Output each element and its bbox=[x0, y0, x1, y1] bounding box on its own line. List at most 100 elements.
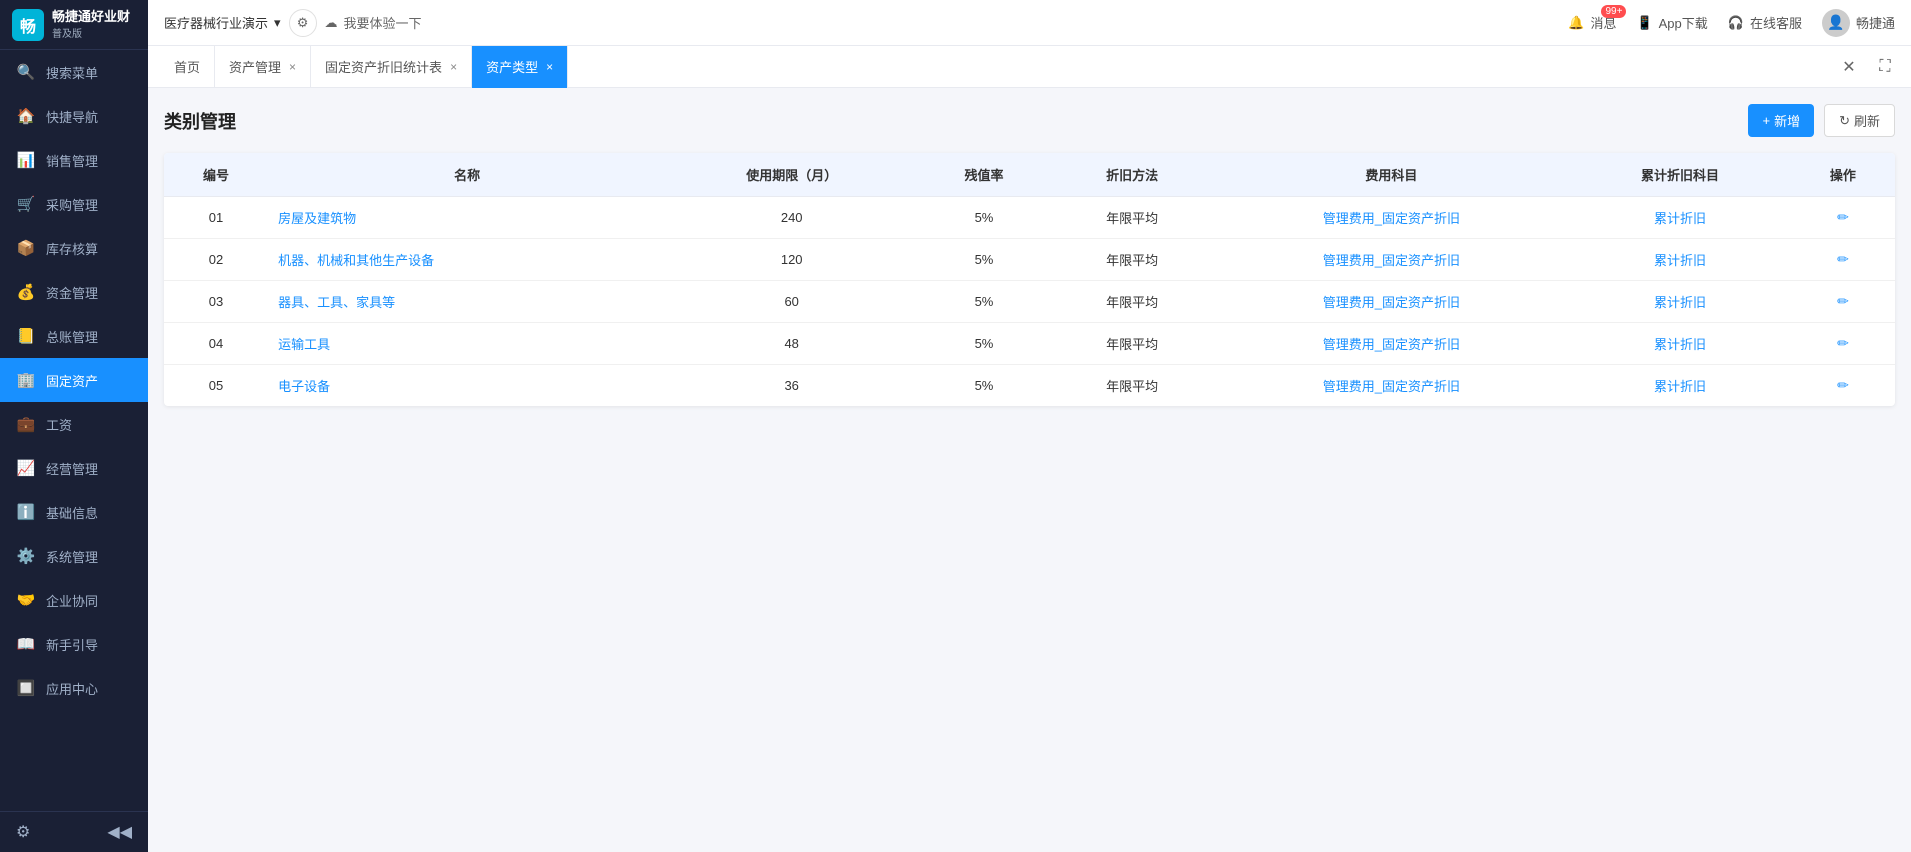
cell-action-2: ✏ bbox=[1791, 281, 1895, 323]
sidebar-item-8[interactable]: 💼 工资 bbox=[0, 402, 148, 446]
tab-home-label: 首页 bbox=[174, 57, 200, 76]
sidebar-icon-8: 💼 bbox=[16, 414, 36, 434]
sidebar-label-1: 快捷导航 bbox=[46, 107, 98, 126]
tab-asset-management-close[interactable]: × bbox=[289, 60, 296, 74]
refresh-button[interactable]: ↻ 刷新 bbox=[1824, 104, 1895, 137]
edit-button-2[interactable]: ✏ bbox=[1837, 293, 1849, 309]
page-title: 类别管理 bbox=[164, 108, 236, 134]
tab-depreciation-table[interactable]: 固定资产折旧统计表 × bbox=[311, 46, 472, 88]
cell-residual-3: 5% bbox=[917, 323, 1050, 365]
cell-name-1: 机器、机械和其他生产设备 bbox=[268, 239, 666, 281]
tab-home[interactable]: 首页 bbox=[160, 46, 215, 88]
experience-button[interactable]: ☁ 我要体验一下 bbox=[325, 13, 422, 32]
cell-action-0: ✏ bbox=[1791, 197, 1895, 239]
edit-button-0[interactable]: ✏ bbox=[1837, 209, 1849, 225]
cell-name-4: 电子设备 bbox=[268, 365, 666, 407]
refresh-button-label: 刷新 bbox=[1854, 111, 1880, 130]
edit-button-4[interactable]: ✏ bbox=[1837, 377, 1849, 393]
sidebar-icon-12: 🤝 bbox=[16, 590, 36, 610]
sidebar-item-7[interactable]: 🏢 固定资产 bbox=[0, 358, 148, 402]
sidebar-item-2[interactable]: 📊 销售管理 bbox=[0, 138, 148, 182]
cell-action-4: ✏ bbox=[1791, 365, 1895, 407]
notifications-button[interactable]: 🔔 消息 99+ bbox=[1568, 13, 1616, 32]
close-tab-button[interactable]: ✕ bbox=[1835, 53, 1863, 81]
cell-months-1: 120 bbox=[666, 239, 917, 281]
cell-method-3: 年限平均 bbox=[1051, 323, 1214, 365]
col-expense: 费用科目 bbox=[1214, 153, 1570, 197]
settings-button[interactable]: ⚙ bbox=[289, 9, 317, 37]
sidebar-item-14[interactable]: 🔲 应用中心 bbox=[0, 666, 148, 710]
tab-asset-type-close[interactable]: × bbox=[546, 60, 553, 74]
edit-button-3[interactable]: ✏ bbox=[1837, 335, 1849, 351]
settings-icon[interactable]: ⚙ bbox=[16, 822, 30, 842]
mobile-icon: 📱 bbox=[1636, 15, 1652, 31]
col-accumulated: 累计折旧科目 bbox=[1569, 153, 1791, 197]
new-button-label: 新增 bbox=[1774, 111, 1800, 130]
tab-asset-management[interactable]: 资产管理 × bbox=[215, 46, 311, 88]
cloud-icon: ☁ bbox=[325, 15, 338, 31]
cell-months-0: 240 bbox=[666, 197, 917, 239]
sidebar-item-3[interactable]: 🛒 采购管理 bbox=[0, 182, 148, 226]
sidebar-item-1[interactable]: 🏠 快捷导航 bbox=[0, 94, 148, 138]
tab-depreciation-table-close[interactable]: × bbox=[450, 60, 457, 74]
topbar: 医疗器械行业演示 ▾ ⚙ ☁ 我要体验一下 🔔 消息 99+ 📱 App下载 🎧… bbox=[148, 0, 1911, 46]
sidebar-item-13[interactable]: 📖 新手引导 bbox=[0, 622, 148, 666]
sidebar-label-3: 采购管理 bbox=[46, 195, 98, 214]
sidebar-icon-13: 📖 bbox=[16, 634, 36, 654]
sidebar-item-4[interactable]: 📦 库存核算 bbox=[0, 226, 148, 270]
new-button[interactable]: + 新增 bbox=[1748, 104, 1814, 137]
sidebar-footer: ⚙ ◀◀ bbox=[0, 811, 148, 852]
sidebar-icon-4: 📦 bbox=[16, 238, 36, 258]
sidebar-icon-2: 📊 bbox=[16, 150, 36, 170]
cell-code-3: 04 bbox=[164, 323, 268, 365]
app-download-button[interactable]: 📱 App下载 bbox=[1636, 13, 1707, 32]
sidebar-item-5[interactable]: 💰 资金管理 bbox=[0, 270, 148, 314]
sidebar-icon-0: 🔍 bbox=[16, 62, 36, 82]
asset-type-table: 编号 名称 使用期限（月） 残值率 折旧方法 费用科目 累计折旧科目 操作 01… bbox=[164, 153, 1895, 406]
sidebar-label-13: 新手引导 bbox=[46, 635, 98, 654]
cell-accumulated-0: 累计折旧 bbox=[1569, 197, 1791, 239]
sidebar-icon-11: ⚙️ bbox=[16, 546, 36, 566]
col-method: 折旧方法 bbox=[1051, 153, 1214, 197]
main-content: 医疗器械行业演示 ▾ ⚙ ☁ 我要体验一下 🔔 消息 99+ 📱 App下载 🎧… bbox=[148, 0, 1911, 852]
tab-depreciation-table-label: 固定资产折旧统计表 bbox=[325, 57, 442, 76]
col-months: 使用期限（月） bbox=[666, 153, 917, 197]
sidebar-item-10[interactable]: ℹ️ 基础信息 bbox=[0, 490, 148, 534]
sidebar-item-6[interactable]: 📒 总账管理 bbox=[0, 314, 148, 358]
cell-action-3: ✏ bbox=[1791, 323, 1895, 365]
sidebar-label-7: 固定资产 bbox=[46, 371, 98, 390]
sidebar-label-11: 系统管理 bbox=[46, 547, 98, 566]
col-code: 编号 bbox=[164, 153, 268, 197]
sidebar-item-9[interactable]: 📈 经营管理 bbox=[0, 446, 148, 490]
sidebar-label-2: 销售管理 bbox=[46, 151, 98, 170]
topbar-right: 🔔 消息 99+ 📱 App下载 🎧 在线客服 👤 畅捷通 bbox=[1568, 9, 1895, 37]
sidebar-label-14: 应用中心 bbox=[46, 679, 98, 698]
topbar-left: 医疗器械行业演示 ▾ ⚙ ☁ 我要体验一下 bbox=[164, 9, 422, 37]
col-name: 名称 bbox=[268, 153, 666, 197]
edit-button-1[interactable]: ✏ bbox=[1837, 251, 1849, 267]
cell-method-2: 年限平均 bbox=[1051, 281, 1214, 323]
table-row: 02 机器、机械和其他生产设备 120 5% 年限平均 管理费用_固定资产折旧 … bbox=[164, 239, 1895, 281]
cell-accumulated-1: 累计折旧 bbox=[1569, 239, 1791, 281]
cell-name-3: 运输工具 bbox=[268, 323, 666, 365]
sidebar-item-0[interactable]: 🔍 搜索菜单 bbox=[0, 50, 148, 94]
maximize-button[interactable]: ⛶ bbox=[1871, 53, 1899, 81]
sidebar-item-12[interactable]: 🤝 企业协同 bbox=[0, 578, 148, 622]
cell-expense-4: 管理费用_固定资产折旧 bbox=[1214, 365, 1570, 407]
page-actions: + 新增 ↻ 刷新 bbox=[1748, 104, 1895, 137]
sidebar-label-8: 工资 bbox=[46, 415, 72, 434]
headset-icon: 🎧 bbox=[1728, 15, 1744, 31]
collapse-icon[interactable]: ◀◀ bbox=[107, 822, 132, 842]
sidebar-label-0: 搜索菜单 bbox=[46, 63, 98, 82]
user-menu[interactable]: 👤 畅捷通 bbox=[1822, 9, 1895, 37]
tab-asset-type[interactable]: 资产类型 × bbox=[472, 46, 568, 88]
tab-asset-management-label: 资产管理 bbox=[229, 57, 281, 76]
sidebar-item-11[interactable]: ⚙️ 系统管理 bbox=[0, 534, 148, 578]
table-header-row: 编号 名称 使用期限（月） 残值率 折旧方法 费用科目 累计折旧科目 操作 bbox=[164, 153, 1895, 197]
customer-service-button[interactable]: 🎧 在线客服 bbox=[1728, 13, 1802, 32]
cell-residual-0: 5% bbox=[917, 197, 1050, 239]
tabs-controls: ✕ ⛶ bbox=[1835, 53, 1899, 81]
company-selector[interactable]: 医疗器械行业演示 ▾ bbox=[164, 13, 281, 32]
sidebar-label-4: 库存核算 bbox=[46, 239, 98, 258]
tab-asset-type-label: 资产类型 bbox=[486, 57, 538, 76]
